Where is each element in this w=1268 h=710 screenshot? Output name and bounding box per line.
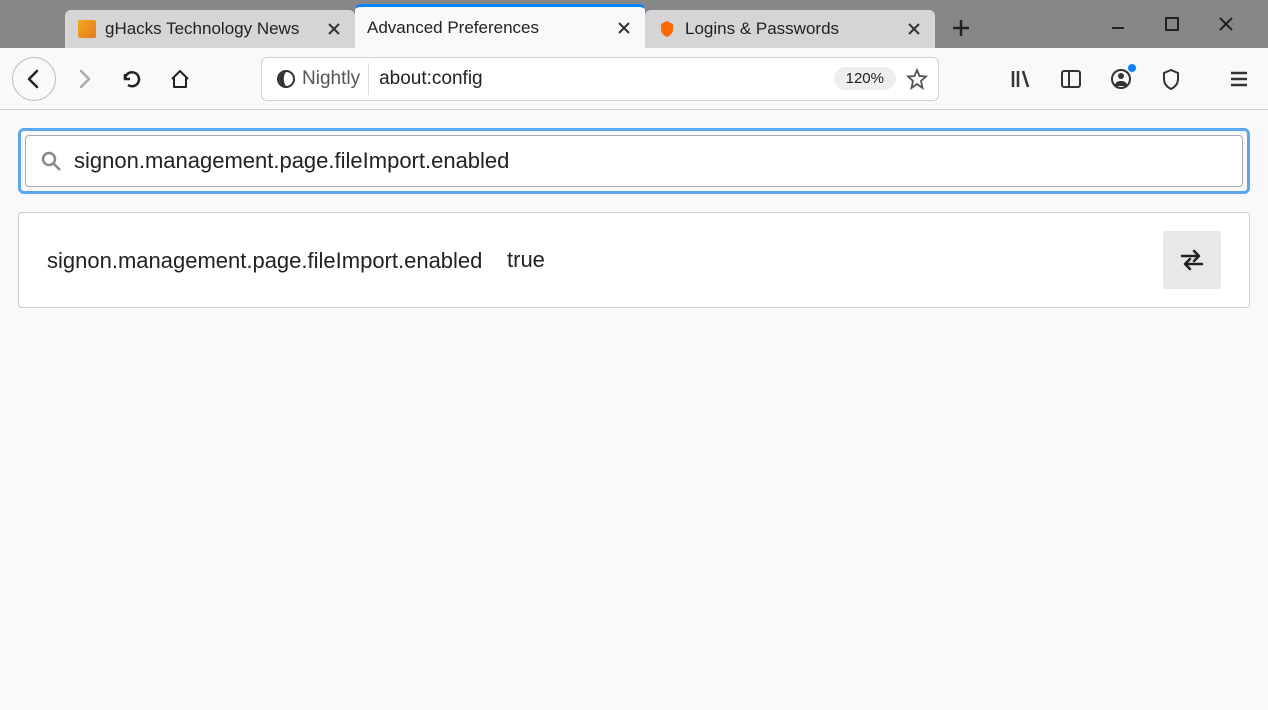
close-icon[interactable] [905, 20, 923, 38]
toggle-button[interactable] [1163, 231, 1221, 289]
toolbar-icons [1004, 62, 1256, 96]
window-controls [1106, 0, 1268, 48]
tab-logins-passwords[interactable]: Logins & Passwords [645, 10, 935, 48]
tab-ghacks[interactable]: gHacks Technology News [65, 10, 355, 48]
library-icon[interactable] [1004, 62, 1038, 96]
sidebar-icon[interactable] [1054, 62, 1088, 96]
reload-button[interactable] [112, 59, 152, 99]
pref-value: true [507, 247, 1163, 273]
pref-search-box[interactable] [25, 135, 1243, 187]
urlbar[interactable]: Nightly about:config 120% [261, 57, 939, 101]
firefox-nightly-icon [276, 69, 296, 89]
close-icon[interactable] [325, 20, 343, 38]
home-button[interactable] [160, 59, 200, 99]
forward-button[interactable] [64, 59, 104, 99]
pref-result-row: signon.management.page.fileImport.enable… [18, 212, 1250, 308]
shield-icon[interactable] [1154, 62, 1188, 96]
back-button[interactable] [12, 57, 56, 101]
nav-toolbar: Nightly about:config 120% [0, 48, 1268, 110]
search-focus-ring [18, 128, 1250, 194]
window-close-icon[interactable] [1214, 12, 1238, 36]
minimize-icon[interactable] [1106, 12, 1130, 36]
close-icon[interactable] [615, 19, 633, 37]
tab-title: Advanced Preferences [367, 18, 607, 38]
notification-dot-icon [1128, 64, 1136, 72]
identity-box[interactable]: Nightly [268, 63, 369, 95]
zoom-badge[interactable]: 120% [834, 67, 896, 90]
tab-title: gHacks Technology News [105, 19, 317, 39]
lockwise-favicon-icon [657, 19, 677, 39]
titlebar: gHacks Technology News Advanced Preferen… [0, 0, 1268, 48]
tab-advanced-preferences[interactable]: Advanced Preferences [355, 4, 645, 48]
bookmark-star-icon[interactable] [902, 64, 932, 94]
menu-icon[interactable] [1222, 62, 1256, 96]
identity-label: Nightly [302, 68, 360, 90]
search-icon [40, 150, 62, 172]
content-area: signon.management.page.fileImport.enable… [0, 110, 1268, 326]
pref-name: signon.management.page.fileImport.enable… [47, 244, 507, 277]
tab-title: Logins & Passwords [685, 19, 897, 39]
ghacks-favicon-icon [77, 19, 97, 39]
new-tab-button[interactable] [941, 8, 981, 48]
account-icon[interactable] [1104, 62, 1138, 96]
toggle-icon [1177, 245, 1207, 275]
pref-search-input[interactable] [74, 148, 1228, 174]
url-text[interactable]: about:config [369, 68, 834, 90]
maximize-icon[interactable] [1160, 12, 1184, 36]
